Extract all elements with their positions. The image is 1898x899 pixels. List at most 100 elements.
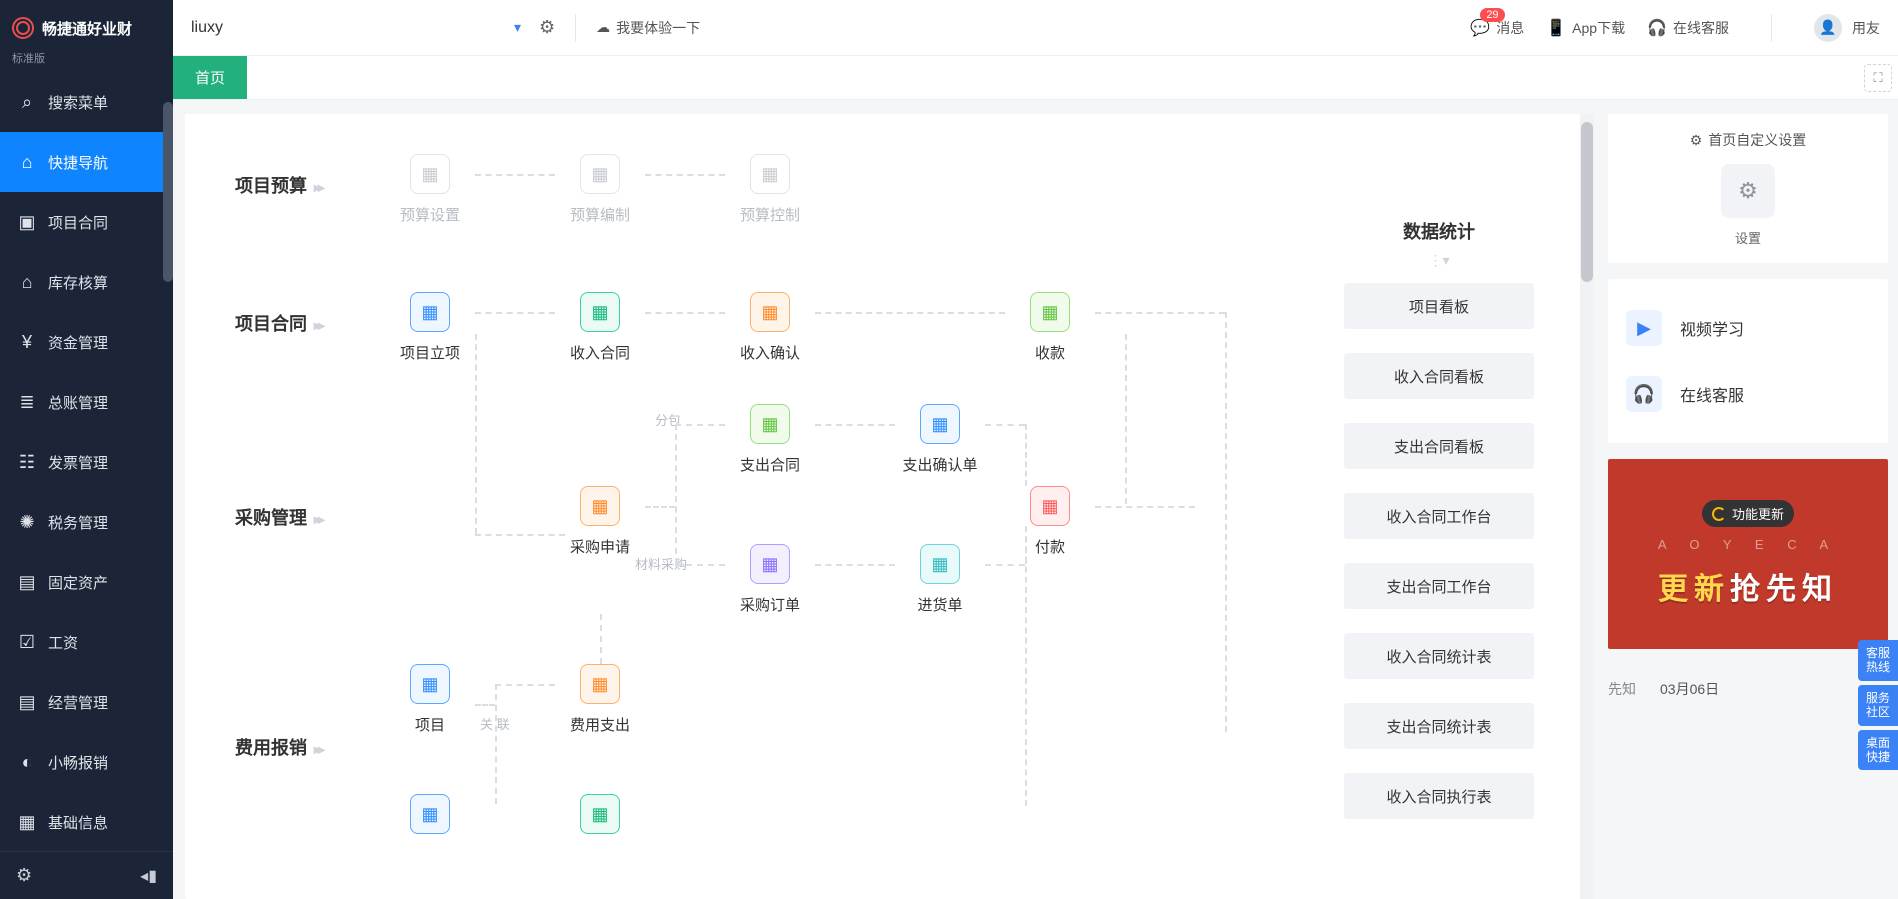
node-contract-0-label: 项目立项 <box>385 342 475 363</box>
row-purchase-title: 采购管理 ▸▸ <box>235 504 322 530</box>
sidebar-item-8[interactable]: ▤固定资产 <box>0 552 173 612</box>
float-tab-0[interactable]: 客服热线 <box>1858 640 1898 681</box>
edge <box>645 174 725 176</box>
node-contract-1-label: 收入合同 <box>555 342 645 363</box>
stat-button-7[interactable]: 收入合同执行表 <box>1344 773 1534 819</box>
node-receive[interactable]: ▦进货单 <box>895 544 985 615</box>
sidebar-item-2[interactable]: ▣项目合同 <box>0 192 173 252</box>
sidebar-item-1[interactable]: ⌂快捷导航 <box>0 132 173 192</box>
link-icon: ▶ <box>1626 310 1662 346</box>
user-menu[interactable]: 👤 用友 <box>1814 14 1880 42</box>
node-project-label: 项目 <box>385 714 475 735</box>
node-contract-1[interactable]: ▦收入合同 <box>555 292 645 363</box>
settings-icon[interactable]: ⚙ <box>16 865 32 886</box>
node-expend-confirm-label: 支出确认单 <box>895 454 985 475</box>
sidebar-item-4[interactable]: ¥资金管理 <box>0 312 173 372</box>
promo-subtext: A O Y E C A <box>1658 537 1838 552</box>
node-budget-1-icon: ▦ <box>580 154 620 194</box>
org-selector-text: liuxy <box>191 19 223 37</box>
sidebar-item-12[interactable]: ▦基础信息 <box>0 792 173 851</box>
collapse-icon[interactable]: ◂▮ <box>140 866 157 886</box>
node-purchase-request[interactable]: ▦采购申请 <box>555 486 645 557</box>
panel-link-1[interactable]: 🎧在线客服 <box>1626 361 1870 427</box>
messages-badge: 29 <box>1480 8 1504 22</box>
float-tab-1[interactable]: 服务社区 <box>1858 685 1898 726</box>
node-purchase-order[interactable]: ▦采购订单 <box>725 544 815 615</box>
arrow-icon: ▸▸ <box>313 317 322 333</box>
sidebar-item-10[interactable]: ▤ 经营管理 <box>0 672 173 732</box>
edge <box>675 424 725 426</box>
stats-column: 数据统计⋮▾项目看板收入合同看板支出合同看板收入合同工作台支出合同工作台收入合同… <box>1344 218 1534 843</box>
edge <box>475 174 555 176</box>
node-contract-3-icon: ▦ <box>1030 292 1070 332</box>
edge <box>495 684 497 804</box>
edge <box>1225 312 1227 732</box>
sidebar-label: 资金管理 <box>48 332 108 353</box>
download-label: App下载 <box>1572 18 1625 38</box>
sidebar-label: 发票管理 <box>48 452 108 473</box>
divider <box>1771 14 1772 42</box>
tabstrip: 首页 ⛶ <box>173 56 1898 100</box>
messages[interactable]: 💬 消息 29 <box>1470 18 1524 38</box>
sidebar-icon: ▤ <box>14 692 40 713</box>
sidebar-icon: ☷ <box>14 452 40 473</box>
node-expend-contract-label: 支出合同 <box>725 454 815 475</box>
edge <box>815 312 1005 314</box>
stat-button-5[interactable]: 收入合同统计表 <box>1344 633 1534 679</box>
tab-home-label: 首页 <box>195 67 225 88</box>
stat-button-6[interactable]: 支出合同统计表 <box>1344 703 1534 749</box>
promo-banner[interactable]: 功能更新 A O Y E C A 更新抢先知 <box>1608 459 1888 649</box>
node-receive-icon: ▦ <box>920 544 960 584</box>
try-experience[interactable]: ☁ 我要体验一下 <box>596 18 700 38</box>
sidebar-scrollbar[interactable] <box>163 102 173 282</box>
sidebar-item-5[interactable]: ≣总账管理 <box>0 372 173 432</box>
panel-link-0[interactable]: ▶视频学习 <box>1626 295 1870 361</box>
app-download[interactable]: 📱 App下载 <box>1546 18 1625 38</box>
stat-button-1[interactable]: 收入合同看板 <box>1344 353 1534 399</box>
node-expense[interactable]: ▦费用支出 <box>555 664 645 735</box>
sidebar-item-7[interactable]: ✺税务管理 <box>0 492 173 552</box>
online-support[interactable]: 🎧 在线客服 <box>1647 18 1729 38</box>
node-expend-confirm[interactable]: ▦支出确认单 <box>895 404 985 475</box>
org-selector[interactable]: liuxy ▾ <box>191 19 521 37</box>
tab-home[interactable]: 首页 <box>173 56 247 99</box>
topbar-gear-icon[interactable]: ⚙ <box>539 17 555 38</box>
sidebar-item-11[interactable]: ◐小畅报销 <box>0 732 173 792</box>
node-below-2[interactable]: ▦ <box>555 794 645 844</box>
node-payment[interactable]: ▦付款 <box>1005 486 1095 557</box>
stat-button-3[interactable]: 收入合同工作台 <box>1344 493 1534 539</box>
sidebar-item-9[interactable]: ☑工资 <box>0 612 173 672</box>
node-budget-2[interactable]: ▦预算控制 <box>725 154 815 225</box>
arrow-icon: ▸▸ <box>313 179 322 195</box>
edge <box>475 534 565 536</box>
sidebar-item-0[interactable]: ⌕搜索菜单 <box>0 72 173 132</box>
fullscreen-button[interactable]: ⛶ <box>1864 64 1892 92</box>
sidebar-icon: ⌕ <box>14 92 40 113</box>
canvas-scrollbar-track[interactable] <box>1580 114 1594 899</box>
canvas-scrollbar-thumb[interactable] <box>1581 122 1593 282</box>
float-tab-2[interactable]: 桌面快捷 <box>1858 730 1898 771</box>
node-project[interactable]: ▦项目 <box>385 664 475 735</box>
node-expend-contract[interactable]: ▦支出合同 <box>725 404 815 475</box>
node-budget-1[interactable]: ▦预算编制 <box>555 154 645 225</box>
settings-tile[interactable]: ⚙ <box>1721 164 1775 218</box>
node-contract-2[interactable]: ▦收入确认 <box>725 292 815 363</box>
sidebar-icon: ≣ <box>14 392 40 413</box>
node-below-1[interactable]: ▦ <box>385 794 475 844</box>
stat-button-4[interactable]: 支出合同工作台 <box>1344 563 1534 609</box>
sidebar-item-3[interactable]: ⌂库存核算 <box>0 252 173 312</box>
node-payment-icon: ▦ <box>1030 486 1070 526</box>
stat-button-0[interactable]: 项目看板 <box>1344 283 1534 329</box>
stat-button-2[interactable]: 支出合同看板 <box>1344 423 1534 469</box>
sidebar-label: 经营管理 <box>48 692 108 713</box>
node-contract-3[interactable]: ▦收款 <box>1005 292 1095 363</box>
sidebar-item-6[interactable]: ☷ 发票管理 <box>0 432 173 492</box>
arrow-icon: ▸▸ <box>313 511 322 527</box>
node-contract-0[interactable]: ▦项目立项 <box>385 292 475 363</box>
sidebar-icon: ▤ <box>14 572 40 593</box>
right-panel: ⚙首页自定义设置 ⚙ 设置 ▶视频学习🎧在线客服 功能更新 A O Y E C … <box>1608 114 1888 899</box>
row-expense-title: 费用报销 ▸▸ <box>235 734 322 760</box>
node-purchase-request-icon: ▦ <box>580 486 620 526</box>
node-budget-0[interactable]: ▦预算设置 <box>385 154 475 225</box>
label-fenbao: 分包 <box>655 410 681 429</box>
